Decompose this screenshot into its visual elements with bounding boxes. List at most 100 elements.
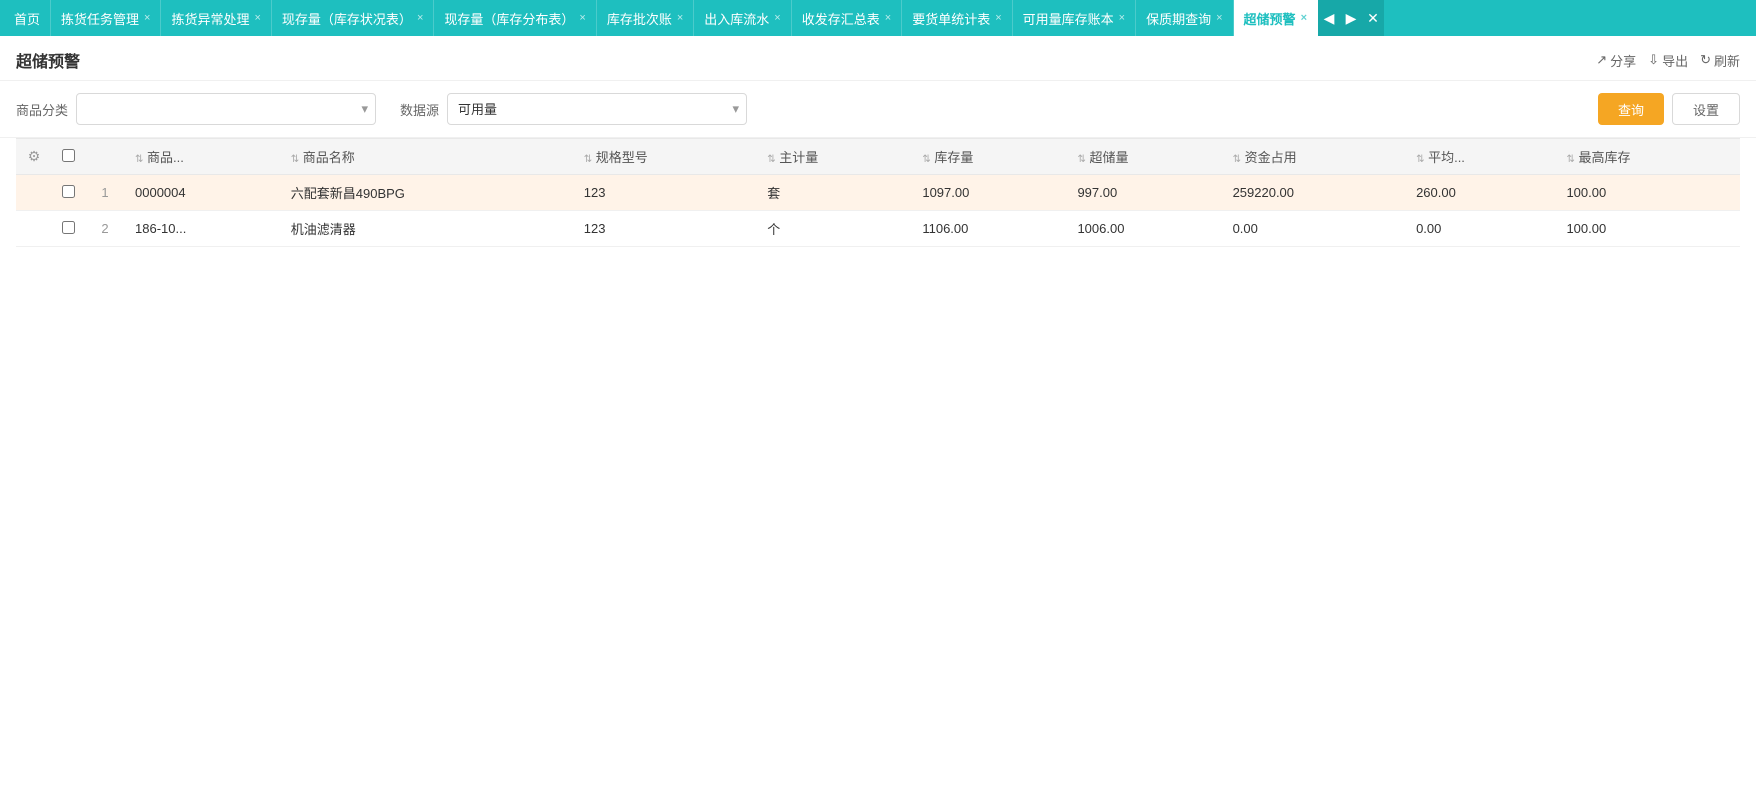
table-header-row: ⚙ ⇅ 商品... ⇅ 商品名称 ⇅ (16, 139, 1740, 175)
table-row: 2 186-10... 机油滤清器 123 个 1106.00 1006.00 … (16, 211, 1740, 247)
row-number: 1 (85, 175, 125, 211)
col-avg-cost[interactable]: ⇅ 平均... (1406, 139, 1556, 175)
row-settings (16, 175, 52, 211)
category-label: 商品分类 (16, 100, 68, 119)
filter-area: 商品分类 ▾ 数据源 可用量 实际量 ▾ 查询 设置 (0, 81, 1756, 138)
nav-tab-overstock-warn[interactable]: 超储预警 × (1234, 0, 1318, 36)
row-checkbox-cell (52, 175, 85, 211)
top-navigation: 首页 拣货任务管理 × 拣货异常处理 × 现存量（库存状况表） × 现存量（库存… (0, 0, 1756, 36)
datasource-label: 数据源 (400, 100, 439, 119)
settings-button[interactable]: 设置 (1672, 93, 1740, 125)
close-icon[interactable]: × (579, 12, 585, 24)
refresh-button[interactable]: ↻ 刷新 (1700, 51, 1740, 70)
cell-product-code: 0000004 (125, 175, 281, 211)
table-row: 1 0000004 六配套新昌490BPG 123 套 1097.00 997.… (16, 175, 1740, 211)
col-product-name[interactable]: ⇅ 商品名称 (281, 139, 574, 175)
select-all-checkbox[interactable] (62, 149, 75, 162)
sort-icon: ⇅ (922, 154, 930, 165)
export-icon: ⇩ (1648, 52, 1659, 68)
nav-prev-button[interactable]: ◀ (1318, 0, 1340, 36)
close-icon[interactable]: × (774, 12, 780, 24)
table-wrapper: ⚙ ⇅ 商品... ⇅ 商品名称 ⇅ (0, 138, 1756, 247)
export-button[interactable]: ⇩ 导出 (1648, 51, 1688, 70)
close-icon[interactable]: × (1301, 12, 1307, 24)
share-icon: ↗ (1596, 52, 1607, 68)
settings-gear-icon[interactable]: ⚙ (28, 148, 41, 164)
nav-tab-usable-stock[interactable]: 可用量库存账本 × (1013, 0, 1136, 36)
category-select[interactable] (76, 93, 376, 125)
close-icon[interactable]: × (677, 12, 683, 24)
col-product-code[interactable]: ⇅ 商品... (125, 139, 281, 175)
nav-next-button[interactable]: ▶ (1340, 0, 1362, 36)
nav-tab-abnormal[interactable]: 拣货异常处理 × (161, 0, 271, 36)
category-select-wrapper: ▾ (76, 93, 376, 125)
close-icon[interactable]: × (144, 12, 150, 24)
cell-spec: 123 (574, 175, 758, 211)
datasource-select[interactable]: 可用量 实际量 (447, 93, 747, 125)
cell-spec: 123 (574, 211, 758, 247)
close-icon[interactable]: × (1119, 12, 1125, 24)
col-max-stock[interactable]: ⇅ 最高库存 (1556, 139, 1740, 175)
sort-icon: ⇅ (584, 154, 592, 165)
nav-close-button[interactable]: ✕ (1362, 0, 1384, 36)
category-filter: 商品分类 ▾ (16, 93, 376, 125)
sort-icon: ⇅ (291, 154, 299, 165)
page-body: 超储预警 ↗ 分享 ⇩ 导出 ↻ 刷新 商品分类 ▾ (0, 36, 1756, 800)
col-row-num (85, 139, 125, 175)
nav-tab-collect-send[interactable]: 收发存汇总表 × (792, 0, 902, 36)
share-button[interactable]: ↗ 分享 (1596, 51, 1636, 70)
cell-unit: 套 (757, 175, 912, 211)
cell-avg-cost: 260.00 (1406, 175, 1556, 211)
table-body: 1 0000004 六配套新昌490BPG 123 套 1097.00 997.… (16, 175, 1740, 247)
cell-max-stock: 100.00 (1556, 211, 1740, 247)
sort-icon: ⇅ (135, 154, 143, 165)
nav-tab-quality-check[interactable]: 保质期查询 × (1136, 0, 1233, 36)
overstock-table: ⚙ ⇅ 商品... ⇅ 商品名称 ⇅ (16, 138, 1740, 247)
row-number: 2 (85, 211, 125, 247)
nav-tab-stock-batch[interactable]: 库存批次账 × (597, 0, 694, 36)
col-overstock-qty[interactable]: ⇅ 超储量 (1067, 139, 1222, 175)
filter-actions: 查询 设置 (1598, 93, 1740, 125)
col-checkbox-header (52, 139, 85, 175)
col-stock-qty[interactable]: ⇅ 库存量 (912, 139, 1067, 175)
nav-tab-in-out-flow[interactable]: 出入库流水 × (694, 0, 791, 36)
col-settings: ⚙ (16, 139, 52, 175)
cell-overstock-qty: 1006.00 (1067, 211, 1222, 247)
row-checkbox[interactable] (62, 221, 75, 234)
cell-product-name: 机油滤清器 (281, 211, 574, 247)
nav-tab-stock-status[interactable]: 现存量（库存状况表） × (272, 0, 434, 36)
cell-capital-usage: 0.00 (1223, 211, 1407, 247)
nav-tab-home[interactable]: 首页 (4, 0, 51, 36)
cell-overstock-qty: 997.00 (1067, 175, 1222, 211)
query-button[interactable]: 查询 (1598, 93, 1664, 125)
nav-tab-task-mgmt[interactable]: 拣货任务管理 × (51, 0, 161, 36)
close-icon[interactable]: × (1216, 12, 1222, 24)
header-actions: ↗ 分享 ⇩ 导出 ↻ 刷新 (1596, 51, 1740, 70)
cell-stock-qty: 1097.00 (912, 175, 1067, 211)
close-icon[interactable]: × (885, 12, 891, 24)
cell-unit: 个 (757, 211, 912, 247)
close-icon[interactable]: × (417, 12, 423, 24)
close-icon[interactable]: × (254, 12, 260, 24)
row-checkbox-cell (52, 211, 85, 247)
nav-tab-stock-dist[interactable]: 现存量（库存分布表） × (434, 0, 596, 36)
datasource-select-wrapper: 可用量 实际量 ▾ (447, 93, 747, 125)
sort-icon: ⇅ (1077, 154, 1085, 165)
sort-icon: ⇅ (1233, 154, 1241, 165)
page-header: 超储预警 ↗ 分享 ⇩ 导出 ↻ 刷新 (0, 36, 1756, 81)
refresh-icon: ↻ (1700, 52, 1711, 68)
nav-tab-order-stat[interactable]: 要货单统计表 × (902, 0, 1012, 36)
page-title: 超储预警 (16, 48, 80, 72)
cell-stock-qty: 1106.00 (912, 211, 1067, 247)
col-unit[interactable]: ⇅ 主计量 (757, 139, 912, 175)
cell-avg-cost: 0.00 (1406, 211, 1556, 247)
close-icon[interactable]: × (995, 12, 1001, 24)
col-capital-usage[interactable]: ⇅ 资金占用 (1223, 139, 1407, 175)
row-checkbox[interactable] (62, 185, 75, 198)
cell-capital-usage: 259220.00 (1223, 175, 1407, 211)
col-spec[interactable]: ⇅ 规格型号 (574, 139, 758, 175)
sort-icon: ⇅ (1416, 154, 1424, 165)
cell-max-stock: 100.00 (1556, 175, 1740, 211)
row-settings (16, 211, 52, 247)
cell-product-name: 六配套新昌490BPG (281, 175, 574, 211)
